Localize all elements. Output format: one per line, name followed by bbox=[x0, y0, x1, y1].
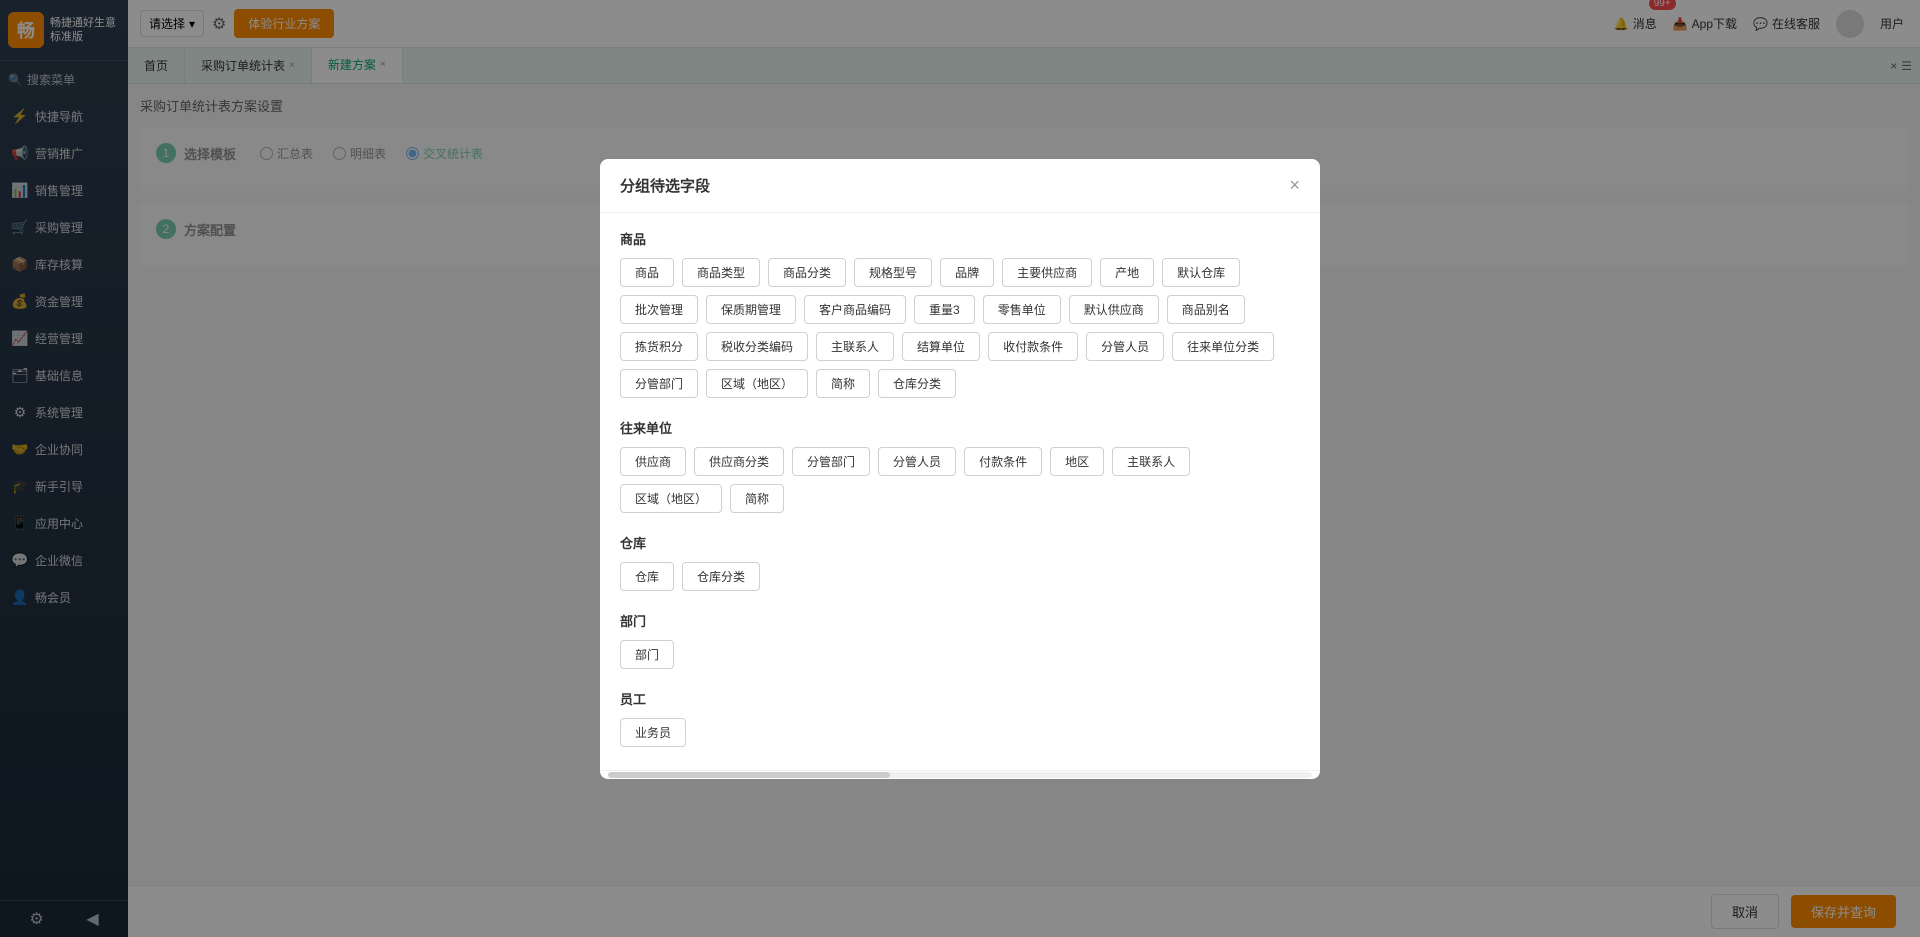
field-tag[interactable]: 品牌 bbox=[940, 258, 994, 287]
field-tag[interactable]: 主联系人 bbox=[816, 332, 894, 361]
modal-header: 分组待选字段 × bbox=[600, 159, 1320, 213]
modal-close-button[interactable]: × bbox=[1289, 175, 1300, 196]
field-section-counterpart: 往来单位供应商供应商分类分管部门分管人员付款条件地区主联系人区域（地区） 简称 bbox=[620, 418, 1300, 513]
field-tags-department: 部门 bbox=[620, 640, 1300, 669]
section-title-employee: 员工 bbox=[620, 689, 1300, 708]
modal: 分组待选字段 × 商品商品商品类型商品分类规格型号品牌主要供应商产地默认仓库批次… bbox=[600, 159, 1320, 779]
field-tag[interactable]: 默认仓库 bbox=[1162, 258, 1240, 287]
modal-hscroll-thumb[interactable] bbox=[608, 772, 890, 778]
field-section-goods: 商品商品商品类型商品分类规格型号品牌主要供应商产地默认仓库批次管理保质期管理客户… bbox=[620, 229, 1300, 398]
field-tags-employee: 业务员 bbox=[620, 718, 1300, 747]
field-tag[interactable]: 默认供应商 bbox=[1069, 295, 1159, 324]
modal-body: 商品商品商品类型商品分类规格型号品牌主要供应商产地默认仓库批次管理保质期管理客户… bbox=[600, 213, 1320, 770]
field-tag[interactable]: 重量3 bbox=[914, 295, 975, 324]
modal-hscroll-track bbox=[608, 772, 1312, 778]
field-tags-counterpart: 供应商供应商分类分管部门分管人员付款条件地区主联系人区域（地区） 简称 bbox=[620, 447, 1300, 513]
field-tag[interactable]: 保质期管理 bbox=[706, 295, 796, 324]
field-tag[interactable]: 主要供应商 bbox=[1002, 258, 1092, 287]
field-tag[interactable]: 分管部门 bbox=[620, 369, 698, 398]
modal-horizontal-scrollbar[interactable] bbox=[600, 770, 1320, 779]
field-tag[interactable]: 付款条件 bbox=[964, 447, 1042, 476]
field-tag[interactable]: 拣货积分 bbox=[620, 332, 698, 361]
field-tag[interactable]: 客户商品编码 bbox=[804, 295, 906, 324]
field-tag[interactable]: 商品类型 bbox=[682, 258, 760, 287]
field-tag[interactable]: 区域（地区） bbox=[706, 369, 808, 398]
field-tag[interactable]: 产地 bbox=[1100, 258, 1154, 287]
field-tag[interactable]: 供应商 bbox=[620, 447, 686, 476]
field-section-warehouse: 仓库仓库仓库分类 bbox=[620, 533, 1300, 591]
field-tag[interactable]: 分管人员 bbox=[878, 447, 956, 476]
field-tag[interactable]: 仓库 bbox=[620, 562, 674, 591]
section-title-counterpart: 往来单位 bbox=[620, 418, 1300, 437]
field-tag[interactable]: 主联系人 bbox=[1112, 447, 1190, 476]
field-tag[interactable]: 批次管理 bbox=[620, 295, 698, 324]
field-tag[interactable]: 结算单位 bbox=[902, 332, 980, 361]
section-title-department: 部门 bbox=[620, 611, 1300, 630]
field-tag[interactable]: 部门 bbox=[620, 640, 674, 669]
field-tag[interactable]: 税收分类编码 bbox=[706, 332, 808, 361]
section-title-warehouse: 仓库 bbox=[620, 533, 1300, 552]
modal-overlay: 分组待选字段 × 商品商品商品类型商品分类规格型号品牌主要供应商产地默认仓库批次… bbox=[0, 0, 1920, 937]
field-tag[interactable]: 地区 bbox=[1050, 447, 1104, 476]
field-tag[interactable]: 零售单位 bbox=[983, 295, 1061, 324]
field-tag[interactable]: 仓库分类 bbox=[682, 562, 760, 591]
field-tag[interactable]: 收付款条件 bbox=[988, 332, 1078, 361]
field-tag[interactable]: 往来单位分类 bbox=[1172, 332, 1274, 361]
field-tag[interactable]: 分管人员 bbox=[1086, 332, 1164, 361]
field-tag[interactable]: 供应商分类 bbox=[694, 447, 784, 476]
field-tag[interactable]: 仓库分类 bbox=[878, 369, 956, 398]
field-tag[interactable]: 商品分类 bbox=[768, 258, 846, 287]
section-title-goods: 商品 bbox=[620, 229, 1300, 248]
field-tag[interactable]: 规格型号 bbox=[854, 258, 932, 287]
field-tag[interactable]: 简称 bbox=[730, 484, 784, 513]
field-tags-warehouse: 仓库仓库分类 bbox=[620, 562, 1300, 591]
field-tags-goods: 商品商品类型商品分类规格型号品牌主要供应商产地默认仓库批次管理保质期管理客户商品… bbox=[620, 258, 1300, 398]
field-tag[interactable]: 简称 bbox=[816, 369, 870, 398]
field-tag[interactable]: 商品别名 bbox=[1167, 295, 1245, 324]
field-section-employee: 员工业务员 bbox=[620, 689, 1300, 747]
field-tag[interactable]: 业务员 bbox=[620, 718, 686, 747]
field-tag[interactable]: 分管部门 bbox=[792, 447, 870, 476]
field-tag[interactable]: 商品 bbox=[620, 258, 674, 287]
field-section-department: 部门部门 bbox=[620, 611, 1300, 669]
modal-title: 分组待选字段 bbox=[620, 175, 710, 196]
field-tag[interactable]: 区域（地区） bbox=[620, 484, 722, 513]
